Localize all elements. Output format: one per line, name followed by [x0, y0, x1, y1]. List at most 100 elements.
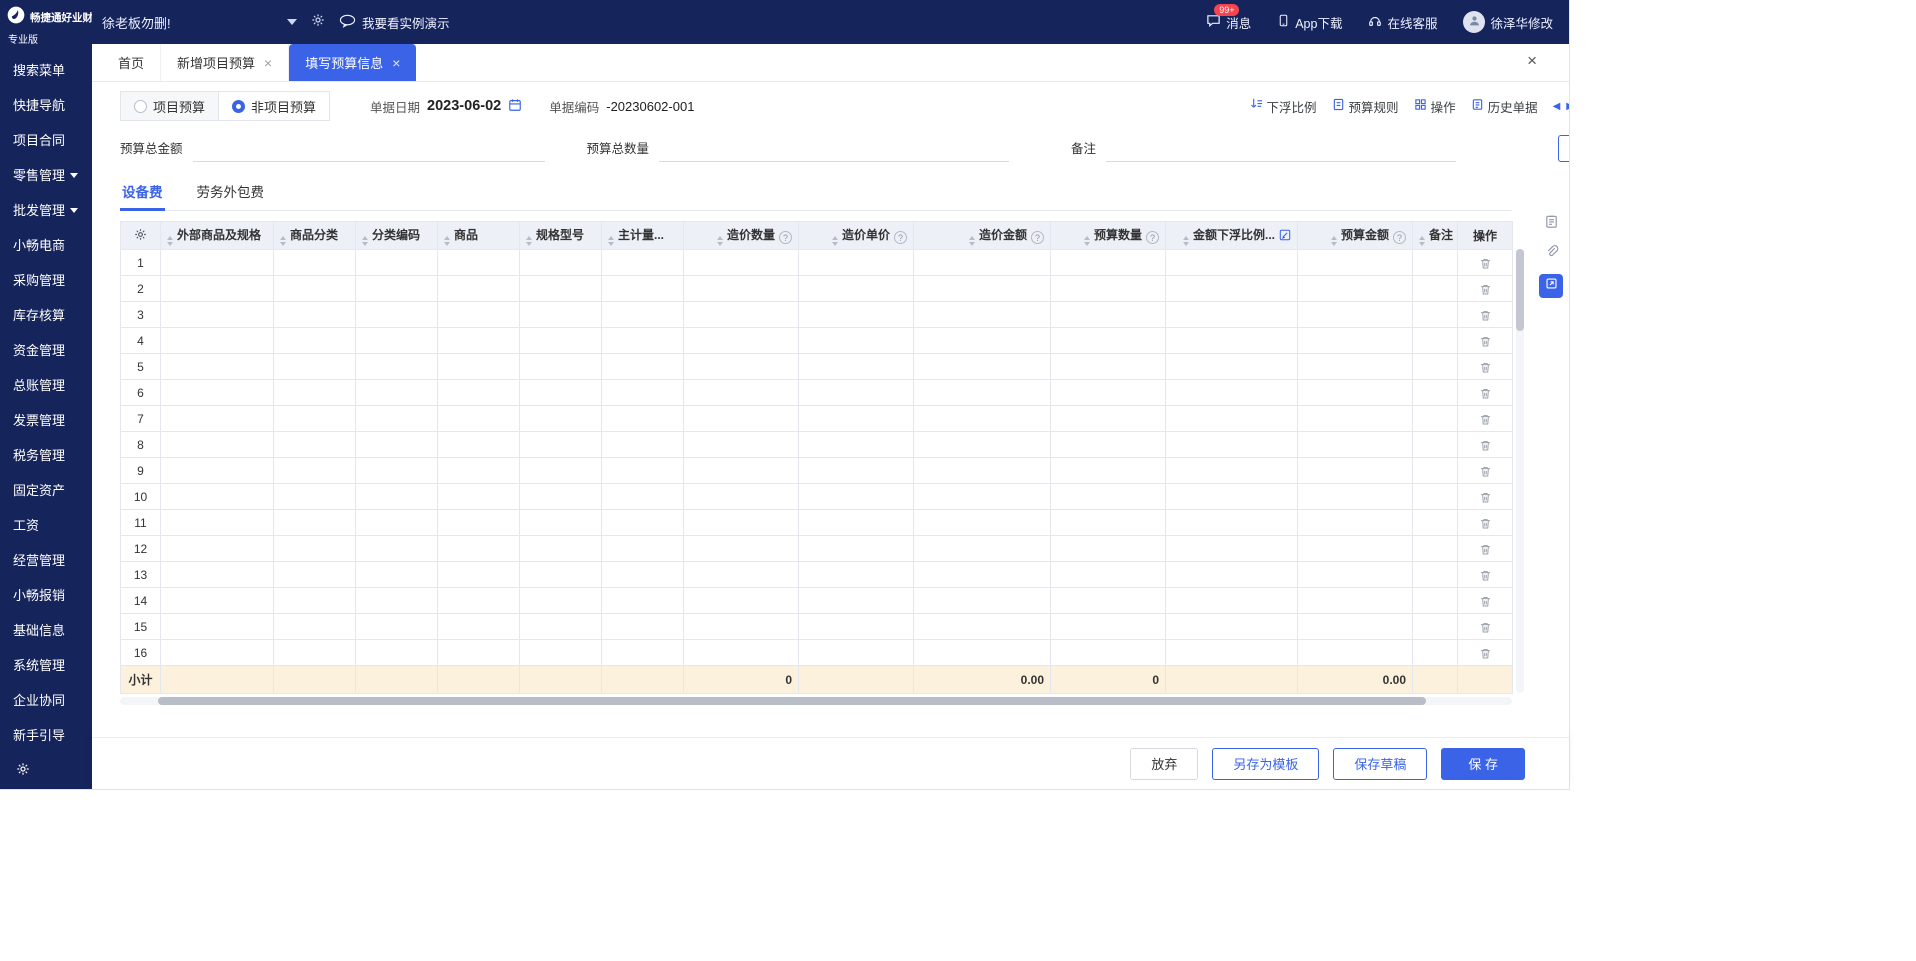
remark-input[interactable] — [1106, 138, 1457, 162]
tab-close-icon[interactable]: × — [392, 56, 400, 70]
table-cell[interactable] — [519, 431, 602, 458]
table-cell[interactable] — [1165, 275, 1298, 302]
online-service-button[interactable]: 在线客服 — [1368, 13, 1437, 32]
table-cell[interactable] — [798, 353, 914, 380]
table-cell[interactable] — [160, 405, 274, 432]
table-cell[interactable] — [273, 561, 356, 588]
table-cell[interactable] — [273, 587, 356, 614]
table-cell[interactable] — [355, 405, 438, 432]
delete-row-icon[interactable] — [1479, 387, 1492, 400]
col-header[interactable]: 规格型号 — [519, 221, 602, 250]
table-cell[interactable] — [1165, 301, 1298, 328]
table-cell[interactable] — [519, 587, 602, 614]
info-icon[interactable]: ? — [779, 231, 792, 244]
table-cell[interactable] — [683, 587, 799, 614]
tab-0[interactable]: 首页 — [102, 44, 162, 81]
table-cell[interactable] — [273, 431, 356, 458]
sidebar-item-11[interactable]: 税务管理 — [0, 437, 92, 472]
sort-icon[interactable] — [1330, 235, 1337, 246]
table-cell[interactable] — [913, 535, 1051, 562]
table-cell[interactable] — [601, 613, 684, 640]
table-cell[interactable] — [1050, 613, 1166, 640]
delete-row-icon[interactable] — [1479, 517, 1492, 530]
table-cell[interactable] — [519, 405, 602, 432]
table-cell[interactable] — [1165, 457, 1298, 484]
table-cell[interactable] — [160, 509, 274, 536]
table-cell[interactable] — [601, 327, 684, 354]
table-cell[interactable] — [601, 639, 684, 666]
table-cell[interactable] — [683, 431, 799, 458]
tab-close-icon[interactable]: × — [264, 56, 272, 70]
vertical-scrollbar[interactable] — [1516, 249, 1524, 693]
table-cell[interactable] — [798, 613, 914, 640]
table-cell[interactable] — [683, 639, 799, 666]
table-cell[interactable] — [1297, 431, 1413, 458]
sort-icon[interactable] — [362, 235, 368, 246]
budget-total-amount-input[interactable] — [192, 138, 545, 162]
table-cell[interactable] — [913, 353, 1051, 380]
table-cell[interactable] — [355, 249, 438, 276]
table-cell[interactable] — [1297, 301, 1413, 328]
delete-row-icon[interactable] — [1479, 595, 1492, 608]
table-cell[interactable] — [437, 457, 520, 484]
toolbar-action-2[interactable]: 操作 — [1414, 97, 1456, 116]
sidebar-item-18[interactable]: 企业协同 — [0, 682, 92, 717]
table-cell[interactable] — [273, 301, 356, 328]
col-header[interactable]: 商品分类 — [273, 221, 356, 250]
table-cell[interactable] — [798, 483, 914, 510]
table-cell[interactable] — [519, 639, 602, 666]
sort-icon[interactable] — [1419, 235, 1425, 246]
table-cell[interactable] — [1050, 249, 1166, 276]
detail-tab-0[interactable]: 设备费 — [120, 174, 165, 211]
table-cell[interactable] — [160, 587, 274, 614]
footer-button-1[interactable]: 另存为模板 — [1212, 747, 1320, 780]
delete-row-icon[interactable] — [1479, 439, 1492, 452]
sort-icon[interactable] — [526, 235, 532, 246]
table-cell[interactable] — [913, 561, 1051, 588]
col-header[interactable]: 金额下浮比例... — [1165, 221, 1298, 250]
table-cell[interactable] — [1165, 379, 1298, 406]
table-cell[interactable] — [913, 431, 1051, 458]
table-cell[interactable] — [1297, 457, 1413, 484]
table-cell[interactable] — [160, 483, 274, 510]
table-cell[interactable] — [273, 483, 356, 510]
table-cell[interactable] — [601, 275, 684, 302]
prev-doc-icon[interactable]: ◀ — [1553, 101, 1561, 112]
toolbar-action-1[interactable]: 预算规则 — [1332, 97, 1399, 116]
col-header[interactable]: 造价单价? — [798, 221, 914, 250]
table-cell[interactable] — [273, 353, 356, 380]
table-cell[interactable] — [683, 535, 799, 562]
next-doc-icon[interactable]: ▶ — [1566, 101, 1569, 112]
close-page-icon[interactable]: × — [1527, 52, 1537, 69]
table-cell[interactable] — [437, 535, 520, 562]
sidebar-item-8[interactable]: 资金管理 — [0, 332, 92, 367]
horizontal-scrollbar[interactable] — [120, 697, 1512, 705]
table-cell[interactable] — [519, 327, 602, 354]
table-cell[interactable] — [437, 327, 520, 354]
delete-row-icon[interactable] — [1479, 257, 1492, 270]
table-cell[interactable] — [1050, 483, 1166, 510]
delete-row-icon[interactable] — [1479, 283, 1492, 296]
table-cell[interactable] — [355, 639, 438, 666]
col-header[interactable]: 分类编码 — [355, 221, 438, 250]
table-cell[interactable] — [437, 587, 520, 614]
table-cell[interactable] — [1297, 353, 1413, 380]
table-cell[interactable] — [1165, 639, 1298, 666]
doc-code-value[interactable]: -20230602-001 — [606, 99, 694, 114]
table-cell[interactable] — [437, 249, 520, 276]
table-cell[interactable] — [913, 613, 1051, 640]
table-cell[interactable] — [1165, 249, 1298, 276]
table-cell[interactable] — [1050, 301, 1166, 328]
col-header[interactable]: 外部商品及规格 — [160, 221, 274, 250]
col-header[interactable]: 造价金额? — [913, 221, 1051, 250]
user-menu[interactable]: 徐泽华修改 — [1463, 11, 1553, 33]
sort-icon[interactable] — [444, 235, 450, 246]
table-cell[interactable] — [798, 405, 914, 432]
sort-icon[interactable] — [1083, 235, 1090, 246]
table-cell[interactable] — [1412, 509, 1458, 536]
table-cell[interactable] — [683, 379, 799, 406]
messages-button[interactable]: 99+ 消息 — [1206, 3, 1251, 32]
col-header[interactable]: 主计量... — [601, 221, 684, 250]
table-cell[interactable] — [1050, 587, 1166, 614]
table-cell[interactable] — [798, 561, 914, 588]
